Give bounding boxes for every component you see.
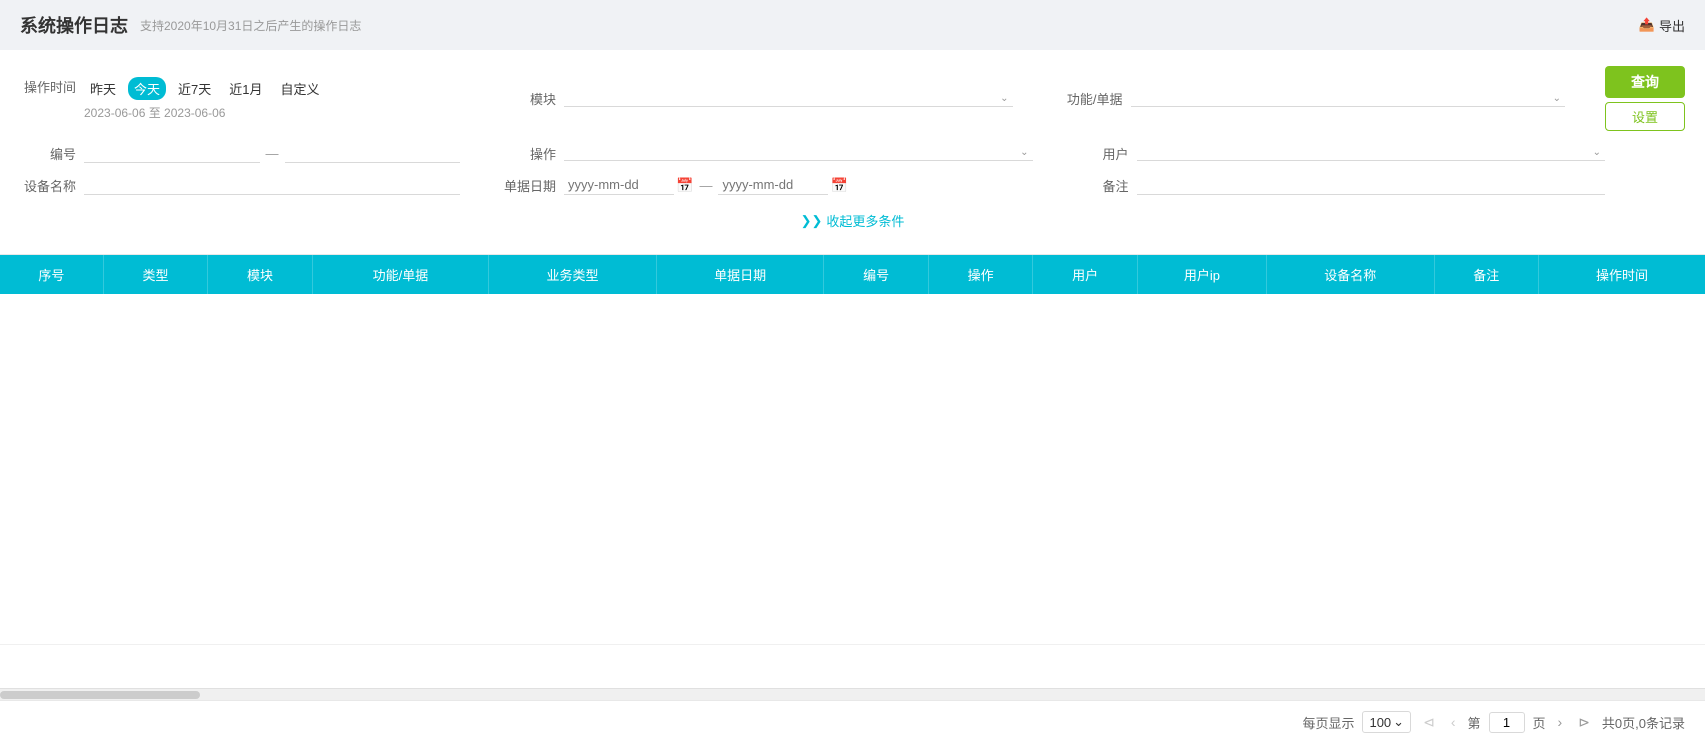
page-label: 第 — [1467, 713, 1480, 732]
filter-area: 操作时间 昨天 今天 近7天 近1月 自定义 2023-06-06 至 2023… — [0, 50, 1705, 255]
per-page-dropdown-icon: ⌄ — [1393, 714, 1404, 730]
operation-select[interactable]: ⌄ — [564, 145, 1033, 161]
number-end-input[interactable] — [285, 143, 461, 163]
total-info: 共0页,0条记录 — [1602, 713, 1685, 732]
user-dropdown-icon: ⌄ — [1593, 147, 1601, 158]
col-voucher-date: 单据日期 — [656, 255, 824, 294]
col-user-ip: 用户ip — [1137, 255, 1266, 294]
col-operation: 操作 — [928, 255, 1032, 294]
col-remark: 备注 — [1434, 255, 1538, 294]
function-select[interactable]: ⌄ — [1131, 91, 1566, 107]
voucher-date-label: 单据日期 — [500, 176, 556, 195]
col-module: 模块 — [208, 255, 312, 294]
table-body — [0, 294, 1705, 644]
voucher-date-start-input[interactable] — [564, 175, 674, 195]
export-label: 导出 — [1659, 16, 1685, 35]
page-first-button[interactable]: ⊲ — [1419, 712, 1439, 733]
module-label: 模块 — [500, 89, 556, 108]
page-number-input[interactable] — [1489, 712, 1525, 733]
page-prev-button[interactable]: ‹ — [1447, 712, 1460, 732]
col-business-type: 业务类型 — [489, 255, 657, 294]
voucher-date-end-input[interactable] — [718, 175, 828, 195]
page-next-button[interactable]: › — [1554, 712, 1567, 732]
module-dropdown-icon: ⌄ — [1000, 93, 1008, 104]
remark-label: 备注 — [1073, 176, 1129, 195]
time-label: 操作时间 — [20, 77, 76, 96]
time-btn-today[interactable]: 今天 — [128, 77, 166, 100]
col-sequence: 序号 — [0, 255, 103, 294]
module-select[interactable]: ⌄ — [564, 91, 1013, 107]
operation-label: 操作 — [500, 144, 556, 163]
user-select[interactable]: ⌄ — [1137, 145, 1606, 161]
page-title: 系统操作日志 — [20, 12, 128, 38]
export-button[interactable]: 📤 导出 — [1639, 16, 1685, 35]
export-icon: 📤 — [1639, 17, 1655, 33]
number-label: 编号 — [20, 144, 76, 163]
time-btn-7days[interactable]: 近7天 — [172, 77, 217, 100]
function-label: 功能/单据 — [1053, 89, 1123, 108]
pagination: 每页显示 100 ⌄ ⊲ ‹ 第 页 › ⊳ 共0页,0条记录 — [0, 700, 1705, 743]
page-subtitle: 支持2020年10月31日之后产生的操作日志 — [140, 17, 361, 34]
time-btn-custom[interactable]: 自定义 — [275, 77, 326, 100]
collapse-label: 收起更多条件 — [826, 211, 904, 230]
col-user: 用户 — [1033, 255, 1137, 294]
per-page-label: 每页显示 — [1302, 713, 1354, 732]
function-dropdown-icon: ⌄ — [1553, 93, 1561, 104]
per-page-value: 100 — [1369, 715, 1391, 730]
operation-dropdown-icon: ⌄ — [1020, 147, 1028, 158]
scrollbar-thumb[interactable] — [0, 691, 200, 699]
user-label: 用户 — [1073, 144, 1129, 163]
table-wrapper: 序号 类型 模块 功能/单据 业务类型 单据日期 编号 操作 用户 用户ip 设… — [0, 255, 1705, 688]
time-btn-1month[interactable]: 近1月 — [223, 77, 268, 100]
table-header-row: 序号 类型 模块 功能/单据 业务类型 单据日期 编号 操作 用户 用户ip 设… — [0, 255, 1705, 294]
number-start-input[interactable] — [84, 143, 260, 163]
voucher-date-dash: — — [699, 178, 712, 193]
collapse-icon: ❯❯ — [801, 213, 823, 229]
col-operation-time: 操作时间 — [1539, 255, 1705, 294]
remark-input[interactable] — [1137, 175, 1606, 195]
calendar-end-icon[interactable]: 📅 — [830, 177, 847, 194]
time-btn-yesterday[interactable]: 昨天 — [84, 77, 122, 100]
page-last-button[interactable]: ⊳ — [1574, 712, 1594, 733]
col-device-name: 设备名称 — [1266, 255, 1434, 294]
time-range-text: 2023-06-06 至 2023-06-06 — [84, 104, 326, 121]
device-label: 设备名称 — [20, 176, 76, 195]
col-number: 编号 — [824, 255, 928, 294]
query-button[interactable]: 查询 — [1605, 66, 1685, 98]
calendar-start-icon[interactable]: 📅 — [676, 177, 693, 194]
horizontal-scrollbar[interactable] — [0, 688, 1705, 700]
col-function: 功能/单据 — [312, 255, 488, 294]
data-table: 序号 类型 模块 功能/单据 业务类型 单据日期 编号 操作 用户 用户ip 设… — [0, 255, 1705, 645]
setting-button[interactable]: 设置 — [1605, 102, 1685, 131]
time-filter: 操作时间 昨天 今天 近7天 近1月 自定义 2023-06-06 至 2023… — [20, 77, 460, 121]
number-dash: — — [266, 146, 279, 161]
per-page-select[interactable]: 100 ⌄ — [1362, 711, 1411, 733]
collapse-button[interactable]: ❯❯ 收起更多条件 — [801, 211, 905, 230]
page-unit: 页 — [1533, 713, 1546, 732]
device-input[interactable] — [84, 175, 460, 195]
col-type: 类型 — [103, 255, 207, 294]
